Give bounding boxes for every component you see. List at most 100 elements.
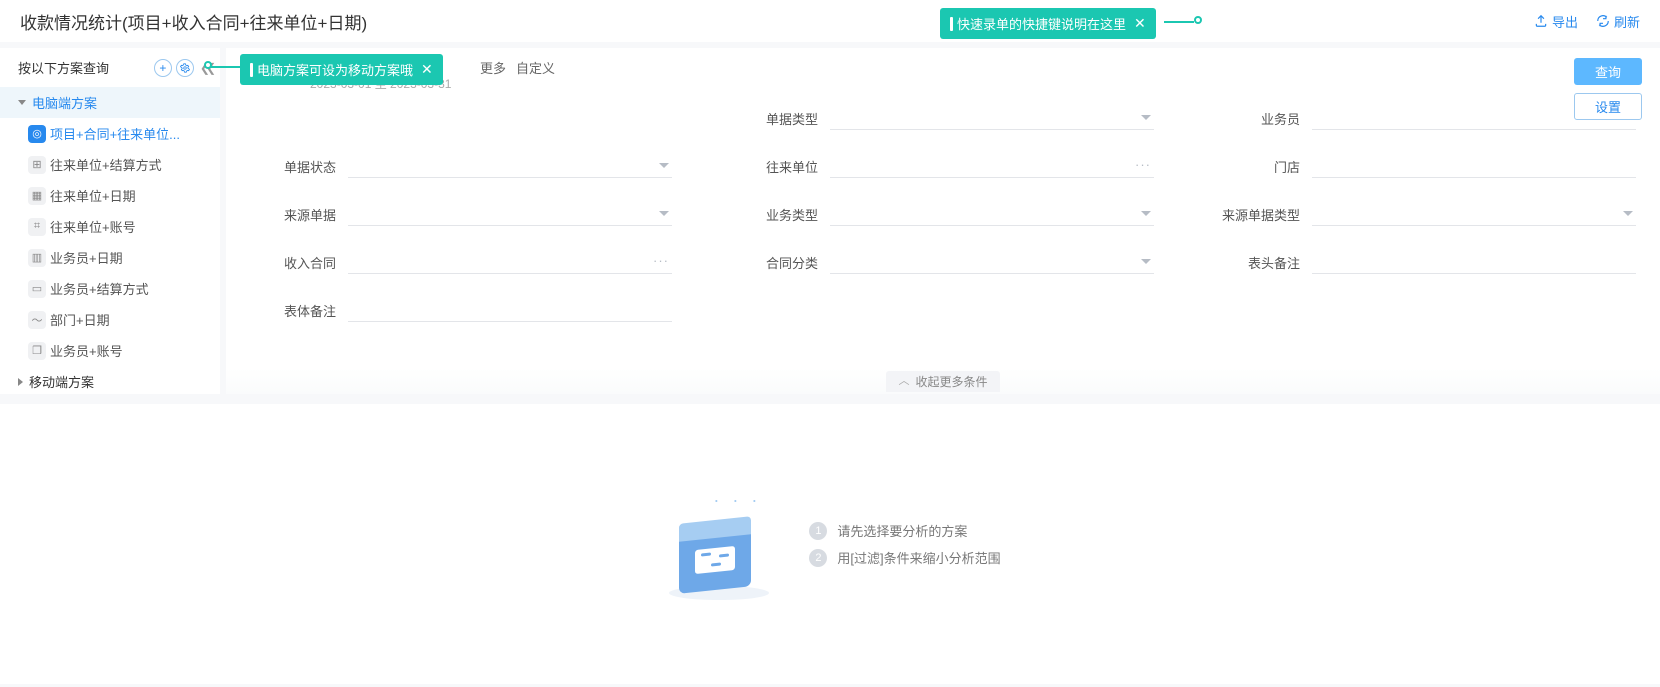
sidebar-item-label: 往来单位+结算方式 xyxy=(50,155,162,174)
filter-input[interactable] xyxy=(1312,250,1636,274)
sidebar-group-label: 移动端方案 xyxy=(29,372,94,391)
chevron-up-icon: ︿ xyxy=(898,378,909,384)
export-link[interactable]: 导出 xyxy=(1534,12,1578,31)
sidebar-group[interactable]: 电脑端方案 xyxy=(0,87,220,118)
sidebar-item[interactable]: ▦往来单位+日期 xyxy=(0,180,220,211)
refresh-icon xyxy=(1596,14,1610,28)
sidebar-group[interactable]: 移动端方案 xyxy=(0,366,220,397)
filter-field: 单据状态 xyxy=(250,154,672,178)
tip-anchor-dot xyxy=(1194,16,1202,24)
acct-icon: ⌗ xyxy=(28,218,46,236)
tip-bar-icon xyxy=(950,17,953,31)
filter-label: 单据状态 xyxy=(250,157,336,176)
tip-shortcut: 快速录单的快捷键说明在这里 ✕ xyxy=(940,8,1156,39)
collapse-filters[interactable]: ︿ 收起更多条件 xyxy=(226,368,1660,394)
tip-connector xyxy=(1164,21,1194,23)
filter-field: 表头备注 xyxy=(1214,250,1636,274)
sidebar-item[interactable]: 〜部门+日期 xyxy=(0,304,220,335)
page-title: 收款情况统计(项目+收入合同+往来单位+日期) xyxy=(20,9,367,34)
tip-shortcut-close[interactable]: ✕ xyxy=(1134,15,1146,32)
sidebar-item-label: 业务员+账号 xyxy=(50,341,123,360)
filter-input[interactable] xyxy=(348,202,672,226)
filter-input[interactable] xyxy=(348,298,672,322)
tip-mobile-close[interactable]: ✕ xyxy=(421,61,433,78)
filter-label: 合同分类 xyxy=(732,253,818,272)
empty-step-2: 用[过滤]条件来缩小分析范围 xyxy=(837,548,1000,567)
chevron-down-icon xyxy=(659,163,669,168)
filter-field: 来源单据 xyxy=(250,202,672,226)
card-icon: ▭ xyxy=(28,280,46,298)
bar-icon: ▥ xyxy=(28,249,46,267)
chevron-down-icon xyxy=(1141,259,1151,264)
sidebar-item-label: 业务员+结算方式 xyxy=(50,279,149,298)
filter-field: 单据类型 xyxy=(732,106,1154,130)
target-icon: ◎ xyxy=(28,125,46,143)
tab-more[interactable]: 更多 xyxy=(480,58,506,77)
cube-icon: ❒ xyxy=(28,342,46,360)
chevron-down-icon xyxy=(1623,211,1633,216)
empty-step-1: 请先选择要分析的方案 xyxy=(837,521,967,540)
tip-anchor-dot xyxy=(204,61,212,69)
filter-field: 表体备注 xyxy=(250,298,672,322)
grid-icon: ⊞ xyxy=(28,156,46,174)
empty-illustration: · · · xyxy=(659,484,779,604)
settings-button[interactable]: 设置 xyxy=(1574,93,1642,120)
sidebar-item[interactable]: ⌗往来单位+账号 xyxy=(0,211,220,242)
sidebar-item[interactable]: ◎项目+合同+往来单位... xyxy=(0,118,220,149)
filter-field: 业务类型 xyxy=(732,202,1154,226)
filter-label: 单据类型 xyxy=(732,109,818,128)
sidebar-item-label: 往来单位+日期 xyxy=(50,186,136,205)
chevron-down-icon xyxy=(1141,211,1151,216)
date-range-text: 2023-03-01 至 2023-03-31 xyxy=(250,75,1636,92)
filter-label: 业务员 xyxy=(1214,109,1300,128)
tip-bar-icon xyxy=(250,63,253,77)
filter-input[interactable] xyxy=(348,154,672,178)
refresh-link[interactable]: 刷新 xyxy=(1596,12,1640,31)
gear-icon xyxy=(180,63,190,73)
scheme-tree: 电脑端方案◎项目+合同+往来单位...⊞往来单位+结算方式▦往来单位+日期⌗往来… xyxy=(0,87,220,397)
filter-field: 合同分类 xyxy=(732,250,1154,274)
sidebar-item-label: 部门+日期 xyxy=(50,310,110,329)
filter-label: 门店 xyxy=(1214,157,1300,176)
add-scheme-button[interactable]: + xyxy=(154,59,172,77)
filter-form: 单据类型业务员···单据状态往来单位···门店来源单据业务类型来源单据类型收入合… xyxy=(250,106,1636,322)
filter-label: 表头备注 xyxy=(1214,253,1300,272)
filter-field: 收入合同··· xyxy=(250,250,672,274)
query-button[interactable]: 查询 xyxy=(1574,58,1642,85)
filter-panel: 更多 自定义 2023-03-01 至 2023-03-31 单据类型业务员··… xyxy=(226,48,1660,394)
export-icon xyxy=(1534,14,1548,28)
tip-connector xyxy=(210,66,240,68)
more-icon: ··· xyxy=(1135,157,1151,172)
more-icon: ··· xyxy=(653,253,669,268)
filter-label: 业务类型 xyxy=(732,205,818,224)
filter-input[interactable] xyxy=(830,106,1154,130)
filter-field: 门店 xyxy=(1214,154,1636,178)
sidebar-group-label: 电脑端方案 xyxy=(32,93,97,112)
filter-label: 表体备注 xyxy=(250,301,336,320)
filter-input[interactable] xyxy=(830,250,1154,274)
filter-field: 业务员··· xyxy=(1214,106,1636,130)
tab-custom[interactable]: 自定义 xyxy=(516,58,555,77)
empty-state: · · · 1 请先选择要分析的方案 2 用[过滤]条件来缩小分析范围 xyxy=(0,404,1660,684)
filter-field: 往来单位··· xyxy=(732,154,1154,178)
chevron-right-icon xyxy=(18,378,23,386)
chevron-down-icon xyxy=(18,100,26,105)
chevron-down-icon xyxy=(1141,115,1151,120)
filter-input[interactable]: ··· xyxy=(830,154,1154,178)
sidebar-item[interactable]: ▭业务员+结算方式 xyxy=(0,273,220,304)
filter-input[interactable] xyxy=(830,202,1154,226)
step-badge: 1 xyxy=(809,522,827,540)
filter-input[interactable] xyxy=(1312,154,1636,178)
page-header: 收款情况统计(项目+收入合同+往来单位+日期) 导出 刷新 xyxy=(0,0,1660,42)
filter-input[interactable] xyxy=(1312,202,1636,226)
scheme-settings-button[interactable] xyxy=(176,59,194,77)
step-badge: 2 xyxy=(809,549,827,567)
filter-label: 来源单据 xyxy=(250,205,336,224)
filter-field: 来源单据类型 xyxy=(1214,202,1636,226)
sidebar-item[interactable]: ⊞往来单位+结算方式 xyxy=(0,149,220,180)
sidebar-item[interactable]: ❒业务员+账号 xyxy=(0,335,220,366)
filter-input[interactable]: ··· xyxy=(348,250,672,274)
sidebar-item[interactable]: ▥业务员+日期 xyxy=(0,242,220,273)
sidebar-item-label: 业务员+日期 xyxy=(50,248,123,267)
trend-icon: 〜 xyxy=(28,311,46,329)
